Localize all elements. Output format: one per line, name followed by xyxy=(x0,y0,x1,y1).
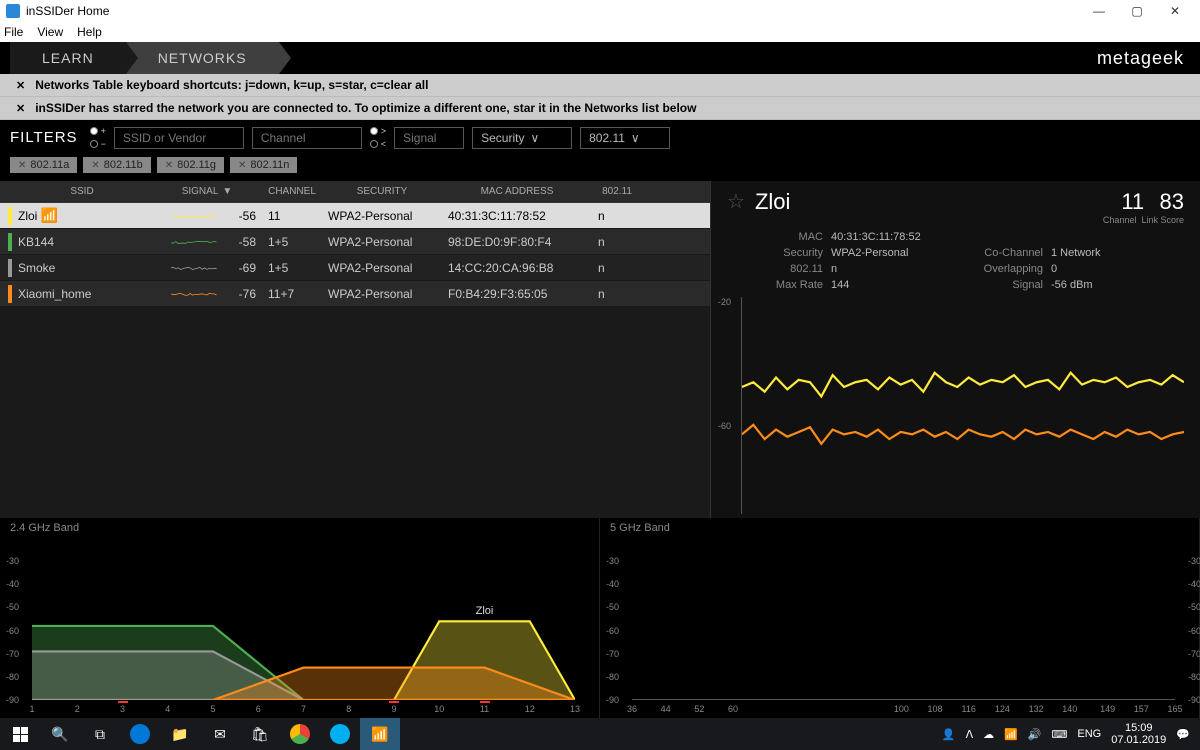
tray-clock[interactable]: 15:0907.01.2019 xyxy=(1111,722,1166,746)
skype-icon[interactable] xyxy=(320,718,360,750)
taskbar: 🔍 ⧉ 📁 ✉ 🛍 📶 👤 ᐱ ☁ 📶 🔊 ⌨ ENG 15:0907.01.2… xyxy=(0,718,1200,750)
close-button[interactable]: ✕ xyxy=(1156,0,1194,22)
mail-icon[interactable]: ✉ xyxy=(200,718,240,750)
menu-help[interactable]: Help xyxy=(77,25,102,39)
detail-grid: MAC40:31:3C:11:78:52 SecurityWPA2-Person… xyxy=(711,229,1200,297)
menu-file[interactable]: File xyxy=(4,25,23,39)
explorer-icon[interactable]: 📁 xyxy=(160,718,200,750)
detail-channel: 11 xyxy=(1121,189,1144,215)
chrome-icon[interactable] xyxy=(280,718,320,750)
col-security[interactable]: SECURITY xyxy=(322,186,442,197)
tab-networks[interactable]: NETWORKS xyxy=(126,42,279,74)
table-row[interactable]: KB144 -581+5WPA2-Personal98:DE:D0:9F:80:… xyxy=(0,229,710,255)
store-icon[interactable]: 🛍 xyxy=(240,718,280,750)
close-icon[interactable]: ✕ xyxy=(18,160,26,171)
star-icon[interactable]: ☆ xyxy=(727,189,745,214)
table-row[interactable]: Zloi 📶 -5611WPA2-Personal40:31:3C:11:78:… xyxy=(0,203,710,229)
band-24ghz-title: 2.4 GHz Band xyxy=(0,518,599,538)
filter-chip[interactable]: ✕802.11g xyxy=(157,157,224,173)
table-header: SSID SIGNAL▼ CHANNEL SECURITY MAC ADDRES… xyxy=(0,181,710,203)
close-icon[interactable]: ✕ xyxy=(91,160,99,171)
filter-signal-input[interactable] xyxy=(394,127,464,149)
signal-chart: -20-60 xyxy=(741,297,1184,514)
tip-shortcuts: ✕ Networks Table keyboard shortcuts: j=d… xyxy=(0,74,1200,97)
tip-text: inSSIDer has starred the network you are… xyxy=(35,101,696,115)
filter-radio-include[interactable]: + − xyxy=(90,126,106,149)
networks-panel: SSID SIGNAL▼ CHANNEL SECURITY MAC ADDRES… xyxy=(0,181,710,518)
window-title: inSSIDer Home xyxy=(26,4,1080,18)
tray-keyboard-icon[interactable]: ⌨ xyxy=(1052,728,1068,741)
col-channel[interactable]: CHANNEL xyxy=(262,186,322,197)
inssider-taskbar-icon[interactable]: 📶 xyxy=(360,718,400,750)
tray-network-icon[interactable]: 📶 xyxy=(1004,728,1018,741)
band-24ghz-plot: -30-40-50-60-70-80-9012345678910111213Zl… xyxy=(32,538,575,700)
titlebar: inSSIDer Home — ▢ ✕ xyxy=(0,0,1200,22)
task-view-icon[interactable]: ⧉ xyxy=(80,718,120,750)
col-signal[interactable]: SIGNAL▼ xyxy=(152,186,262,197)
brand-logo: metageek xyxy=(1097,42,1184,74)
close-icon[interactable]: ✕ xyxy=(16,79,25,92)
start-button[interactable] xyxy=(0,718,40,750)
table-row[interactable]: Smoke -691+5WPA2-Personal14:CC:20:CA:96:… xyxy=(0,255,710,281)
filter-chips: ✕802.11a ✕802.11b ✕802.11g ✕802.11n xyxy=(0,153,1200,181)
detail-metrics: 11 83 Channel Link Score xyxy=(1103,189,1184,225)
filter-ssid-input[interactable] xyxy=(114,127,244,149)
band-charts: 2.4 GHz Band -30-40-50-60-70-80-90123456… xyxy=(0,518,1200,718)
tip-starred: ✕ inSSIDer has starred the network you a… xyxy=(0,97,1200,120)
tray-volume-icon[interactable]: 🔊 xyxy=(1028,728,1042,741)
tray-people-icon[interactable]: 👤 xyxy=(942,728,956,741)
filter-channel-input[interactable] xyxy=(252,127,362,149)
tray-chevron-up-icon[interactable]: ᐱ xyxy=(966,728,974,741)
menu-view[interactable]: View xyxy=(37,25,63,39)
maximize-button[interactable]: ▢ xyxy=(1118,0,1156,22)
menubar: File View Help xyxy=(0,22,1200,42)
tray-notifications-icon[interactable]: 💬 xyxy=(1176,728,1190,741)
filter-chip[interactable]: ✕802.11n xyxy=(230,157,297,173)
table-body: Zloi 📶 -5611WPA2-Personal40:31:3C:11:78:… xyxy=(0,203,710,307)
search-icon[interactable]: 🔍 xyxy=(40,718,80,750)
table-row[interactable]: Xiaomi_home -7611+7WPA2-PersonalF0:B4:29… xyxy=(0,281,710,307)
filter-radio-signal[interactable]: > < xyxy=(370,126,386,149)
tab-learn[interactable]: LEARN xyxy=(10,42,126,74)
main-area: SSID SIGNAL▼ CHANNEL SECURITY MAC ADDRES… xyxy=(0,181,1200,518)
col-mac[interactable]: MAC ADDRESS xyxy=(442,186,592,197)
edge-icon[interactable] xyxy=(120,718,160,750)
detail-panel: ☆ Zloi 11 83 Channel Link Score MAC40:31… xyxy=(710,181,1200,518)
filter-security-select[interactable]: Security∨ xyxy=(472,127,572,149)
detail-ssid: Zloi xyxy=(755,189,1093,215)
app-icon xyxy=(6,4,20,18)
band-24ghz: 2.4 GHz Band -30-40-50-60-70-80-90123456… xyxy=(0,518,600,718)
close-icon[interactable]: ✕ xyxy=(238,160,246,171)
chevron-down-icon: ∨ xyxy=(631,131,640,145)
sort-desc-icon: ▼ xyxy=(222,186,232,197)
wifi-icon: 📶 xyxy=(41,207,58,223)
col-ssid[interactable]: SSID xyxy=(12,186,152,197)
filter-chip[interactable]: ✕802.11b xyxy=(83,157,150,173)
nav-tabs: LEARN NETWORKS metageek xyxy=(0,42,1200,74)
tips-bar: ✕ Networks Table keyboard shortcuts: j=d… xyxy=(0,74,1200,120)
band-5ghz: 5 GHz Band -30-30-40-40-50-50-60-60-70-7… xyxy=(600,518,1200,718)
close-icon[interactable]: ✕ xyxy=(16,102,25,115)
tray-onedrive-icon[interactable]: ☁ xyxy=(983,728,994,741)
close-icon[interactable]: ✕ xyxy=(165,160,173,171)
tip-text: Networks Table keyboard shortcuts: j=dow… xyxy=(35,78,428,92)
tray-lang[interactable]: ENG xyxy=(1077,728,1101,740)
col-std[interactable]: 802.11 xyxy=(592,186,642,197)
minimize-button[interactable]: — xyxy=(1080,0,1118,22)
filters-row: FILTERS + − > < Security∨ 802.11∨ xyxy=(0,120,1200,153)
band-5ghz-plot: -30-30-40-40-50-50-60-60-70-70-80-80-90-… xyxy=(632,538,1175,700)
filters-label: FILTERS xyxy=(10,129,78,146)
band-5ghz-title: 5 GHz Band xyxy=(600,518,1199,538)
detail-linkscore: 83 xyxy=(1160,189,1184,215)
filter-chip[interactable]: ✕802.11a xyxy=(10,157,77,173)
chevron-down-icon: ∨ xyxy=(530,131,539,145)
filter-std-select[interactable]: 802.11∨ xyxy=(580,127,670,149)
system-tray: 👤 ᐱ ☁ 📶 🔊 ⌨ ENG 15:0907.01.2019 💬 xyxy=(942,722,1200,746)
